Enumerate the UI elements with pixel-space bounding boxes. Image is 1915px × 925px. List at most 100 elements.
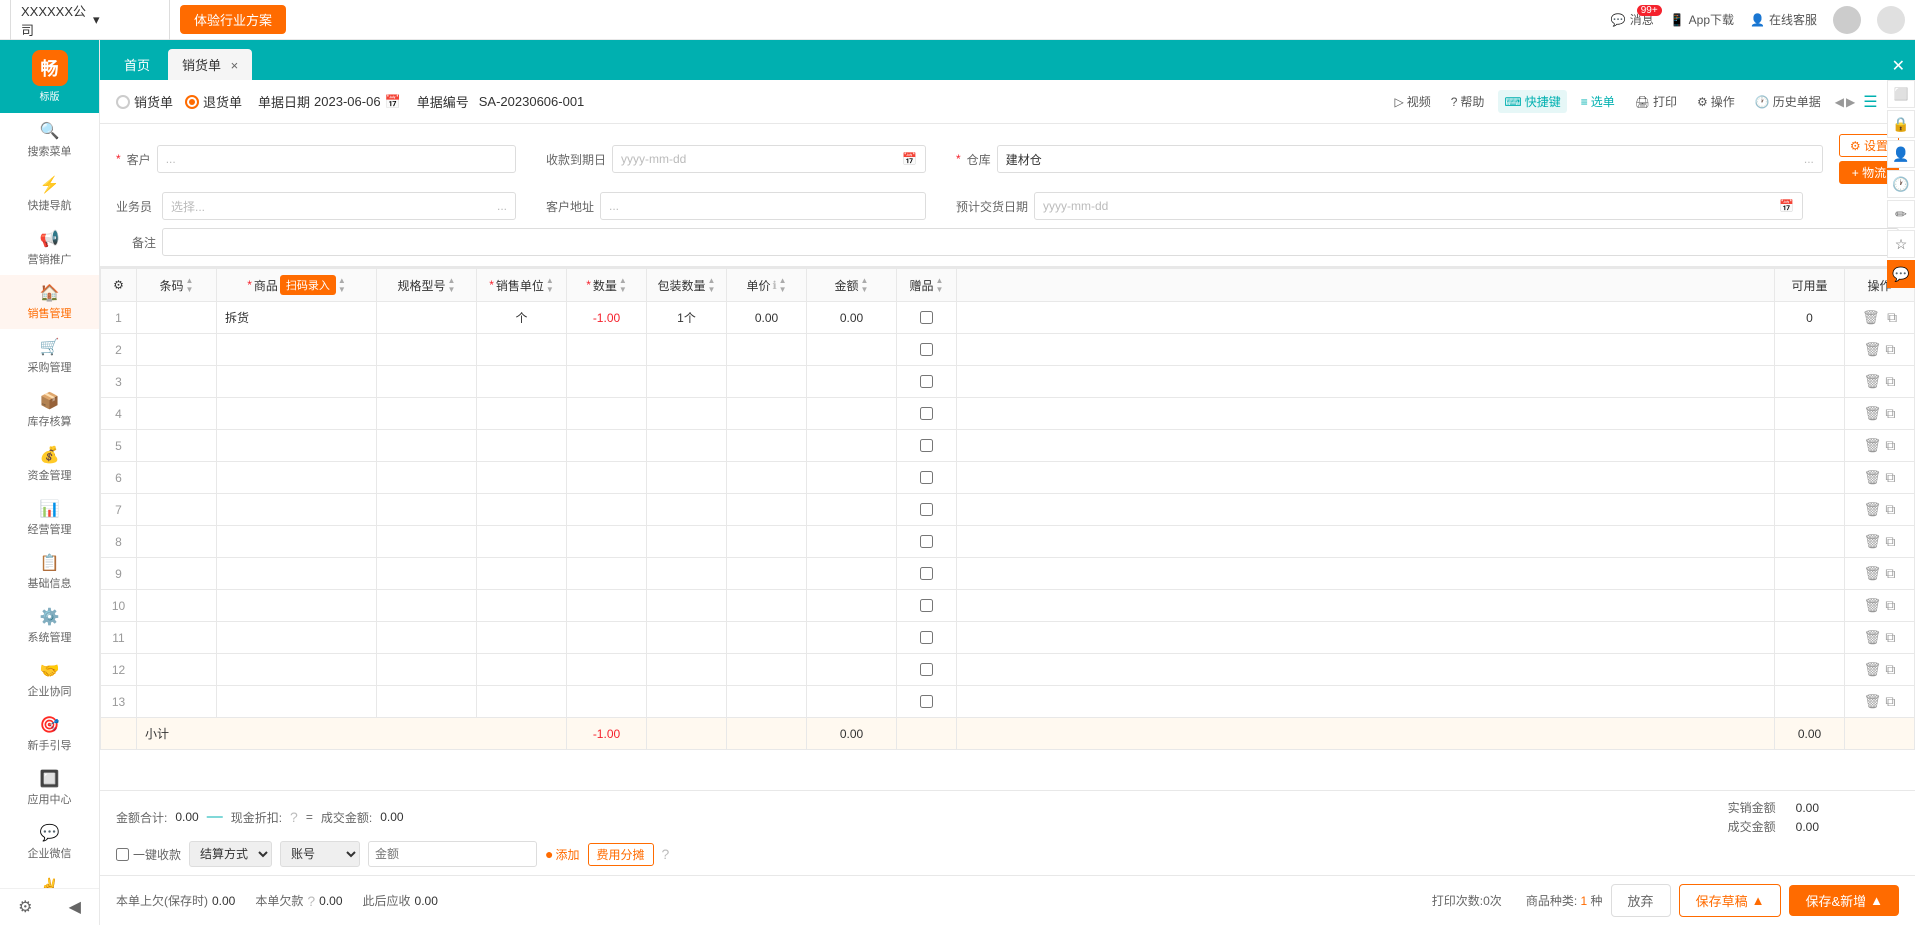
history-btn[interactable]: 🕐 历史单据 — [1749, 90, 1827, 113]
row-7-gift[interactable] — [920, 503, 933, 516]
row-11-gift[interactable] — [920, 631, 933, 644]
sidebar-settings-icon[interactable]: ⚙ — [18, 897, 32, 917]
app-download-button[interactable]: 📱 App下载 — [1670, 11, 1734, 28]
sidebar-item-guide[interactable]: 🎯 新手引导 — [0, 707, 99, 761]
current-balance-label: 本单上欠(保存时) — [116, 892, 208, 909]
row-1-unit[interactable]: 个 — [477, 302, 567, 334]
rp-btn-7[interactable]: 💬 — [1887, 260, 1915, 288]
calendar-icon[interactable]: 📅 — [385, 94, 401, 110]
radio-return-order[interactable]: 退货单 — [185, 92, 242, 111]
choose-btn[interactable]: ≡ 选单 — [1575, 90, 1621, 113]
sidebar-item-marketing[interactable]: 📢 营销推广 — [0, 221, 99, 275]
scan-btn[interactable]: 扫码录入 — [280, 275, 336, 295]
row-10-gift[interactable] — [920, 599, 933, 612]
sidebar-item-vip[interactable]: ✌ 畅会员 — [0, 869, 99, 888]
doc-type-radio-group: 销货单 退货单 — [116, 92, 242, 111]
row-1-amount[interactable]: 0.00 — [807, 302, 897, 334]
avatar[interactable] — [1833, 6, 1861, 34]
row-3-gift[interactable] — [920, 375, 933, 388]
sidebar-item-sales[interactable]: 🏠 销售管理 — [0, 275, 99, 329]
tab-sales-order[interactable]: 销货单 × — [168, 49, 252, 80]
expense-help-icon[interactable]: ? — [662, 846, 670, 862]
sidebar-item-enterprise[interactable]: 🤝 企业协同 — [0, 653, 99, 707]
total-owed-help[interactable]: ? — [307, 893, 315, 909]
amount-input[interactable] — [368, 841, 537, 867]
row-2-gift[interactable] — [920, 343, 933, 356]
next-icon[interactable]: ▶ — [1846, 95, 1855, 109]
operation-btn[interactable]: ⚙ 操作 — [1691, 90, 1741, 113]
list-view-icon[interactable]: ☰ — [1863, 92, 1877, 112]
tab-bar: 首页 销货单 × ✕ — [100, 40, 1915, 80]
row-9-gift[interactable] — [920, 567, 933, 580]
sidebar-collapse-icon[interactable]: ◀ — [69, 897, 81, 917]
date-value[interactable]: 2023-06-06 — [314, 94, 381, 109]
sidebar-item-operations[interactable]: 📊 经营管理 — [0, 491, 99, 545]
avatar-extra[interactable] — [1877, 6, 1905, 34]
sidebar-item-wechat[interactable]: 💬 企业微信 — [0, 815, 99, 869]
shortcut-btn[interactable]: ⌨ 快捷键 — [1498, 90, 1566, 113]
payment-method-select[interactable]: 结算方式 — [189, 841, 272, 867]
trial-button[interactable]: 体验行业方案 — [180, 5, 286, 34]
tab-close-all-icon[interactable]: ✕ — [1892, 56, 1905, 76]
help-circle-icon[interactable]: ? — [290, 809, 298, 825]
message-button[interactable]: 💬 消息 99+ — [1611, 11, 1654, 28]
warehouse-input[interactable]: 建材仓 ... — [997, 145, 1823, 173]
sidebar-item-app-center[interactable]: 🔲 应用中心 — [0, 761, 99, 815]
row-13-gift[interactable] — [920, 695, 933, 708]
rp-btn-3[interactable]: 👤 — [1887, 140, 1915, 168]
row-1-pack-qty[interactable]: 1个 — [647, 302, 727, 334]
company-selector[interactable]: XXXXXX公司 ▾ — [10, 0, 170, 44]
row-1-quantity[interactable]: -1.00 — [567, 302, 647, 334]
tab-close-icon[interactable]: × — [231, 58, 239, 73]
row-5-gift[interactable] — [920, 439, 933, 452]
row-1-gift[interactable] — [897, 302, 957, 334]
save-new-btn[interactable]: 保存&新增 ▲ — [1789, 885, 1899, 916]
payment-due-input[interactable]: yyyy-mm-dd 📅 — [612, 145, 926, 173]
tab-home[interactable]: 首页 — [110, 49, 164, 80]
print-btn[interactable]: 🖨 打印 — [1629, 90, 1683, 113]
video-btn[interactable]: ▷ 视频 — [1388, 90, 1436, 113]
row-1-product[interactable]: 拆货 — [217, 302, 377, 334]
sidebar-item-basic-info[interactable]: 📋 基础信息 — [0, 545, 99, 599]
expense-split-btn[interactable]: 费用分摊 — [588, 843, 654, 866]
rp-btn-4[interactable]: 🕐 — [1887, 170, 1915, 198]
notes-input[interactable] — [162, 228, 1899, 256]
table-row: 12🗑⧉ — [101, 654, 1915, 686]
row-1-barcode[interactable] — [137, 302, 217, 334]
rp-btn-6[interactable]: ☆ — [1887, 230, 1915, 258]
account-select[interactable]: 账号 — [280, 841, 360, 867]
row-1-gift-checkbox[interactable] — [920, 311, 933, 324]
expected-delivery-input[interactable]: yyyy-mm-dd 📅 — [1034, 192, 1803, 220]
save-draft-btn[interactable]: 保存草稿 ▲ — [1679, 884, 1782, 917]
row-4-gift[interactable] — [920, 407, 933, 420]
row-8-gift[interactable] — [920, 535, 933, 548]
prev-icon[interactable]: ◀ — [1835, 95, 1844, 109]
product-count-label: 商品种类: 1 种 — [1526, 892, 1603, 909]
row-1-delete-btn[interactable]: 🗑 — [1860, 309, 1882, 326]
sidebar-item-funds[interactable]: 💰 资金管理 — [0, 437, 99, 491]
sidebar-item-purchase[interactable]: 🛒 采购管理 — [0, 329, 99, 383]
sidebar-item-inventory[interactable]: 📦 库存核算 — [0, 383, 99, 437]
customer-input[interactable]: ... — [157, 145, 516, 173]
row-1-spec[interactable] — [377, 302, 477, 334]
discard-btn[interactable]: 放弃 — [1611, 884, 1671, 917]
row-12-gift[interactable] — [920, 663, 933, 676]
row-6-gift[interactable] — [920, 471, 933, 484]
radio-sales-order[interactable]: 销货单 — [116, 92, 173, 111]
customer-address-input[interactable]: ... — [600, 192, 926, 220]
th-settings[interactable]: ⚙ — [101, 269, 137, 302]
rp-btn-1[interactable]: ⬜ — [1887, 80, 1915, 108]
one-click-payment-check[interactable] — [116, 848, 129, 861]
help-btn[interactable]: ? 帮助 — [1445, 90, 1491, 113]
salesperson-input[interactable]: 选择... ... — [162, 192, 516, 220]
online-service-button[interactable]: 👤 在线客服 — [1750, 11, 1817, 28]
rp-btn-2[interactable]: 🔒 — [1887, 110, 1915, 138]
row-1-copy-btn[interactable]: ⧉ — [1885, 309, 1899, 326]
row-1-unit-price[interactable]: 0.00 — [727, 302, 807, 334]
add-btn[interactable]: ● 添加 — [545, 846, 579, 863]
sidebar-item-system[interactable]: ⚙️ 系统管理 — [0, 599, 99, 653]
one-click-payment-checkbox[interactable]: 一键收款 — [116, 846, 181, 863]
sidebar-item-quick-nav[interactable]: ⚡ 快捷导航 — [0, 167, 99, 221]
rp-btn-5[interactable]: ✏ — [1887, 200, 1915, 228]
sidebar-item-search[interactable]: 🔍 搜索菜单 — [0, 113, 99, 167]
